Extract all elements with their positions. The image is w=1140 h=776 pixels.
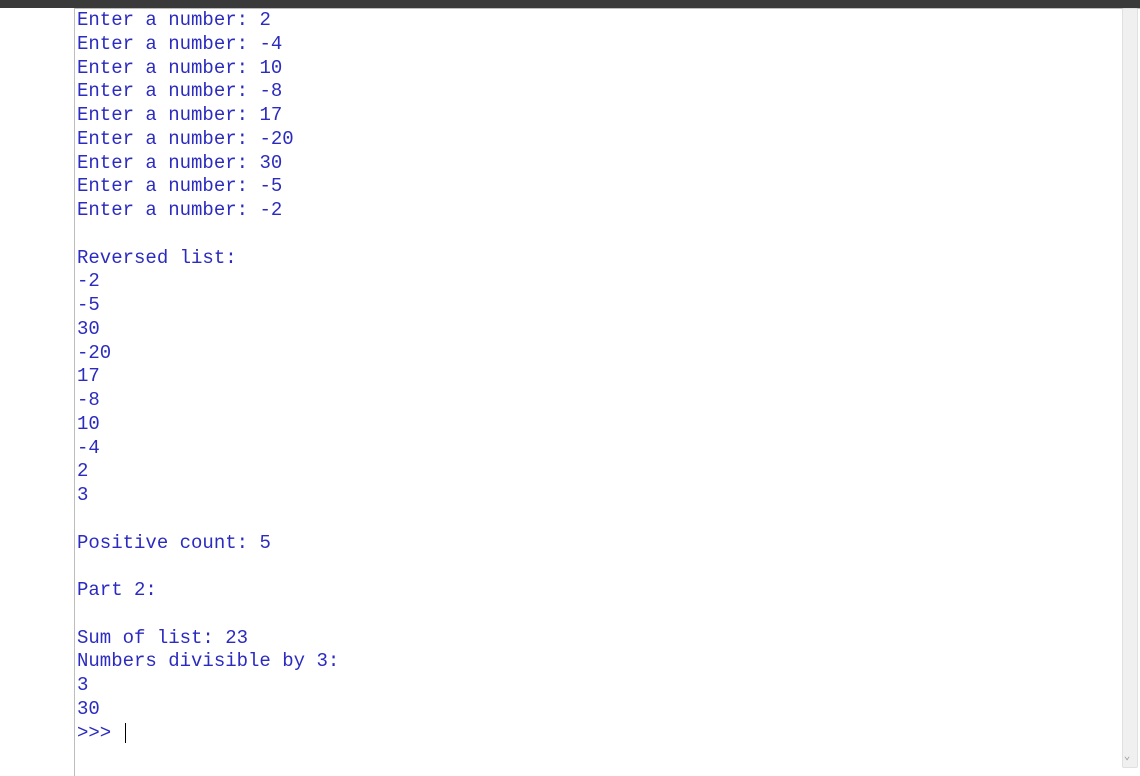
list-item: 3 <box>77 484 1136 508</box>
chevron-down-icon[interactable]: ⌄ <box>1121 751 1133 763</box>
list-item: 30 <box>77 698 1136 722</box>
prompt-label: Enter a number: <box>77 80 248 102</box>
input-prompt-line: Enter a number: -20 <box>77 128 1136 152</box>
list-item: 17 <box>77 365 1136 389</box>
shell-prompt[interactable]: >>> <box>77 722 1136 746</box>
prompt-value: -4 <box>259 33 282 55</box>
prompt-label: Enter a number: <box>77 128 248 150</box>
input-prompt-line: Enter a number: 10 <box>77 57 1136 81</box>
window-top-bar <box>0 0 1140 8</box>
list-item: -5 <box>77 294 1136 318</box>
list-item: -4 <box>77 437 1136 461</box>
text-cursor <box>125 723 127 743</box>
prompt-value: 17 <box>259 104 282 126</box>
shell-output[interactable]: Enter a number: 2 Enter a number: -4 Ent… <box>74 8 1140 776</box>
part2-header: Part 2: <box>77 579 1136 603</box>
input-prompt-line: Enter a number: -2 <box>77 199 1136 223</box>
prompt-value: 2 <box>259 9 270 31</box>
prompt-label: Enter a number: <box>77 57 248 79</box>
positive-count-label: Positive count: <box>77 532 248 554</box>
sum-label: Sum of list: <box>77 627 214 649</box>
prompt-value: 10 <box>259 57 282 79</box>
list-item: 3 <box>77 674 1136 698</box>
reversed-header: Reversed list: <box>77 247 1136 271</box>
positive-count-value: 5 <box>259 532 270 554</box>
prompt-label: Enter a number: <box>77 199 248 221</box>
prompt-value: -20 <box>259 128 293 150</box>
prompt-symbol: >>> <box>77 722 123 746</box>
prompt-value: -2 <box>259 199 282 221</box>
input-prompt-line: Enter a number: -4 <box>77 33 1136 57</box>
prompt-label: Enter a number: <box>77 152 248 174</box>
prompt-label: Enter a number: <box>77 104 248 126</box>
input-prompt-line: Enter a number: -5 <box>77 175 1136 199</box>
input-prompt-line: Enter a number: -8 <box>77 80 1136 104</box>
div3-header: Numbers divisible by 3: <box>77 650 1136 674</box>
prompt-value: -5 <box>259 175 282 197</box>
input-prompt-line: Enter a number: 30 <box>77 152 1136 176</box>
blank-line <box>77 508 1136 532</box>
list-item: -8 <box>77 389 1136 413</box>
vertical-scrollbar[interactable]: ⌄ <box>1122 8 1138 768</box>
input-prompt-line: Enter a number: 2 <box>77 9 1136 33</box>
left-gutter <box>0 8 74 776</box>
prompt-value: -8 <box>259 80 282 102</box>
list-item: -20 <box>77 342 1136 366</box>
prompt-label: Enter a number: <box>77 175 248 197</box>
list-item: 30 <box>77 318 1136 342</box>
list-item: 2 <box>77 460 1136 484</box>
sum-line: Sum of list: 23 <box>77 627 1136 651</box>
blank-line <box>77 555 1136 579</box>
positive-count-line: Positive count: 5 <box>77 532 1136 556</box>
main-container: Enter a number: 2 Enter a number: -4 Ent… <box>0 8 1140 776</box>
blank-line <box>77 603 1136 627</box>
list-item: -2 <box>77 270 1136 294</box>
blank-line <box>77 223 1136 247</box>
prompt-label: Enter a number: <box>77 33 248 55</box>
prompt-label: Enter a number: <box>77 9 248 31</box>
prompt-value: 30 <box>259 152 282 174</box>
list-item: 10 <box>77 413 1136 437</box>
sum-value: 23 <box>225 627 248 649</box>
input-prompt-line: Enter a number: 17 <box>77 104 1136 128</box>
